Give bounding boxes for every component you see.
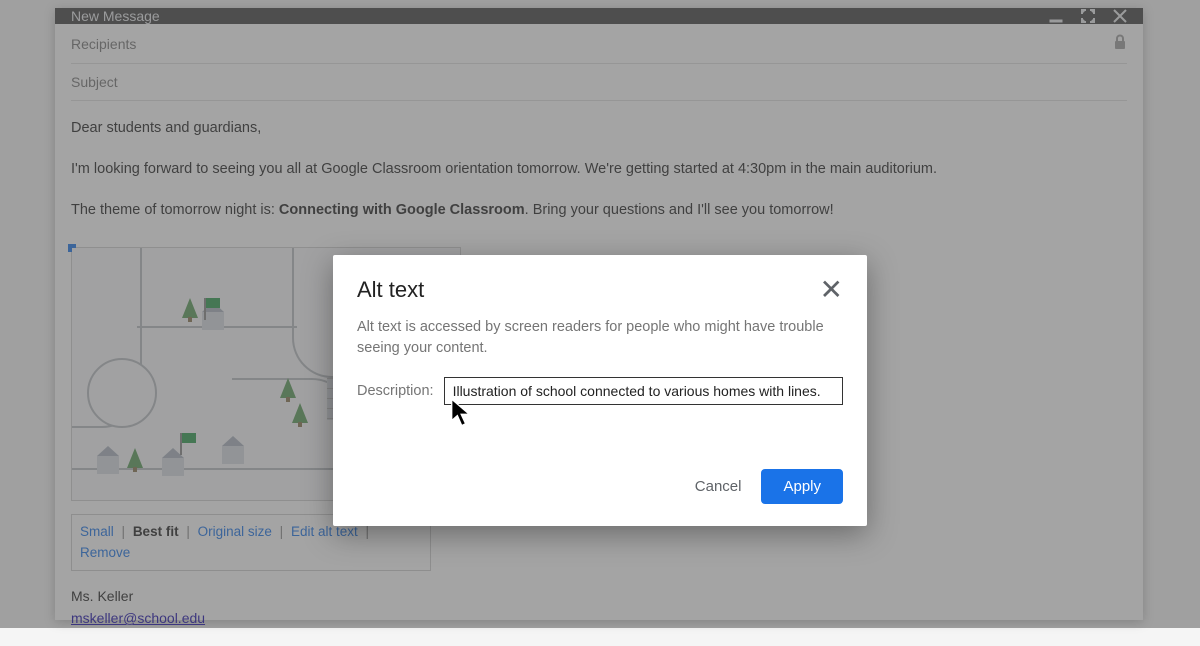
modal-overlay: Alt text ✕ Alt text is accessed by scree… — [0, 0, 1200, 628]
close-icon[interactable]: ✕ — [820, 282, 843, 299]
dialog-title: Alt text — [357, 277, 820, 303]
apply-button[interactable]: Apply — [761, 469, 843, 504]
dialog-description: Alt text is accessed by screen readers f… — [357, 317, 843, 359]
description-label: Description: — [357, 383, 434, 399]
alt-text-dialog: Alt text ✕ Alt text is accessed by scree… — [333, 255, 867, 526]
cancel-button[interactable]: Cancel — [695, 478, 742, 495]
alt-text-input[interactable] — [444, 377, 843, 405]
